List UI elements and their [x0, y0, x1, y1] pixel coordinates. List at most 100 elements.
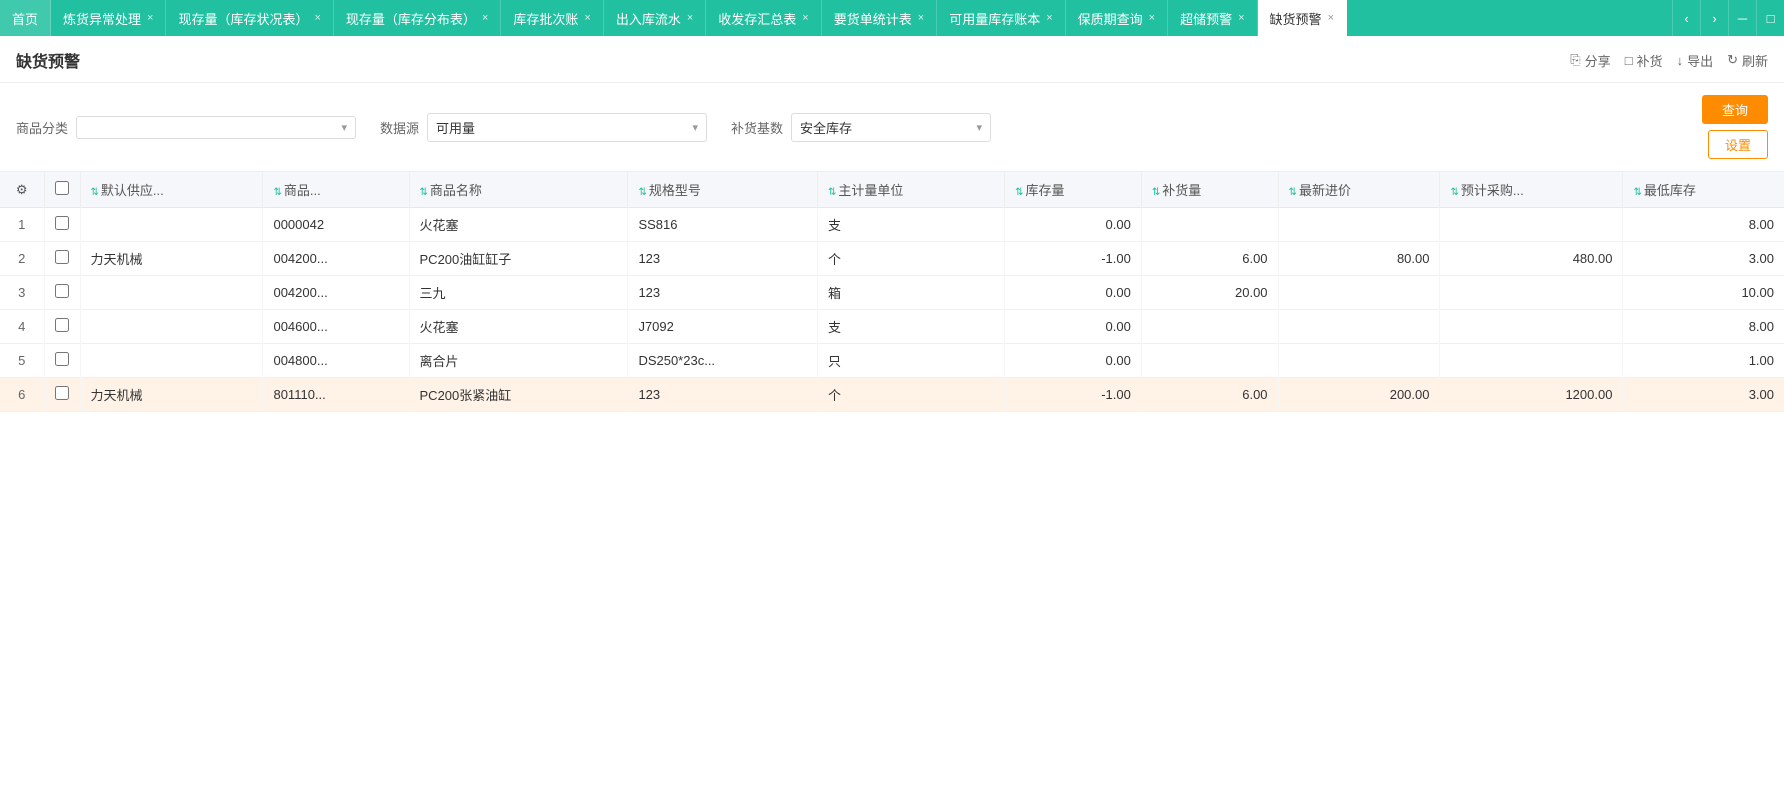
tab-close-5[interactable]: × [687, 13, 693, 24]
row-replenish: 6.00 [1141, 378, 1278, 412]
row-unit: 个 [817, 378, 1004, 412]
th-checkbox[interactable] [44, 172, 80, 208]
table-row: 5 004800... 离合片 DS250*23c... 只 0.00 1.00 [0, 344, 1784, 378]
row-supplier [80, 276, 263, 310]
row-index: 2 [0, 242, 44, 276]
settings-button[interactable]: 设置 [1708, 130, 1768, 159]
query-button[interactable]: 查询 [1702, 95, 1768, 124]
row-checkbox[interactable] [55, 386, 69, 400]
tab-7[interactable]: 要货单统计表× [822, 0, 937, 36]
row-checkbox-cell[interactable] [44, 208, 80, 242]
tab-nav-buttons: ‹ › － □ [1672, 0, 1784, 36]
row-stock: -1.00 [1005, 378, 1142, 412]
row-name: 三九 [409, 276, 628, 310]
table-body: 1 0000042 火花塞 SS816 支 0.00 8.00 2 力天机械 0… [0, 208, 1784, 412]
tab-close-9[interactable]: × [1149, 13, 1155, 24]
tab-8[interactable]: 可用量库存账本× [937, 0, 1065, 36]
code-sort-icon[interactable]: ⇅ [273, 187, 281, 198]
row-min-stock: 10.00 [1623, 276, 1784, 310]
tab-close-6[interactable]: × [802, 13, 808, 24]
row-supplier [80, 208, 263, 242]
row-checkbox-cell[interactable] [44, 242, 80, 276]
tab-minimize-button[interactable]: － [1728, 0, 1756, 36]
row-checkbox[interactable] [55, 352, 69, 366]
row-code: 004600... [263, 310, 409, 344]
supplier-sort-icon[interactable]: ⇅ [91, 187, 99, 198]
row-code: 004800... [263, 344, 409, 378]
est-sort-icon[interactable]: ⇅ [1450, 187, 1458, 198]
row-checkbox[interactable] [55, 216, 69, 230]
replenish-arrow-icon: ▾ [977, 121, 983, 134]
replenish-base-value: 安全库存 [800, 118, 852, 137]
tab-next-button[interactable]: › [1700, 0, 1728, 36]
table-container: ⚙ ⇅默认供应... ⇅商品... ⇅商品名称 ⇅规格型号 [0, 172, 1784, 412]
row-checkbox-cell[interactable] [44, 276, 80, 310]
replenish-label: 补货 [1637, 51, 1663, 70]
row-est-purchase [1440, 276, 1623, 310]
row-checkbox-cell[interactable] [44, 344, 80, 378]
row-checkbox-cell[interactable] [44, 310, 80, 344]
tab-4[interactable]: 库存批次账× [501, 0, 603, 36]
row-index: 1 [0, 208, 44, 242]
category-select[interactable]: ▾ [76, 116, 356, 139]
export-label: 导出 [1687, 51, 1713, 70]
select-all-checkbox[interactable] [55, 181, 69, 195]
tab-close-8[interactable]: × [1046, 13, 1052, 24]
row-supplier [80, 344, 263, 378]
table-header-row: ⚙ ⇅默认供应... ⇅商品... ⇅商品名称 ⇅规格型号 [0, 172, 1784, 208]
share-button[interactable]: ⎘ 分享 [1570, 51, 1610, 70]
row-replenish [1141, 208, 1278, 242]
tab-5[interactable]: 出入库流水× [604, 0, 706, 36]
stock-sort-icon[interactable]: ⇅ [1015, 187, 1023, 198]
tab-9[interactable]: 保质期查询× [1066, 0, 1168, 36]
replenish-button[interactable]: □ 补货 [1625, 51, 1663, 70]
name-sort-icon[interactable]: ⇅ [420, 187, 428, 198]
filter-actions: 查询 设置 [1702, 95, 1768, 159]
tab-2[interactable]: 现存量（库存状况表）× [166, 0, 333, 36]
data-table: ⚙ ⇅默认供应... ⇅商品... ⇅商品名称 ⇅规格型号 [0, 172, 1784, 412]
table-row: 3 004200... 三九 123 箱 0.00 20.00 10.00 [0, 276, 1784, 310]
th-unit: ⇅主计量单位 [817, 172, 1004, 208]
tab-0[interactable]: 首页 [0, 0, 51, 36]
min-stock-sort-icon[interactable]: ⇅ [1633, 187, 1641, 198]
datasource-select[interactable]: 可用量 ▾ [427, 113, 707, 142]
table-row: 4 004600... 火花塞 J7092 支 0.00 8.00 [0, 310, 1784, 344]
row-unit: 只 [817, 344, 1004, 378]
spec-sort-icon[interactable]: ⇅ [638, 187, 646, 198]
tab-prev-button[interactable]: ‹ [1672, 0, 1700, 36]
th-supplier: ⇅默认供应... [80, 172, 263, 208]
tab-close-1[interactable]: × [147, 13, 153, 24]
row-checkbox[interactable] [55, 250, 69, 264]
tab-11[interactable]: 缺货预警× [1258, 0, 1347, 36]
tab-3[interactable]: 现存量（库存分布表）× [334, 0, 501, 36]
row-checkbox[interactable] [55, 284, 69, 298]
replenish-sort-icon[interactable]: ⇅ [1152, 187, 1160, 198]
row-checkbox-cell[interactable] [44, 378, 80, 412]
tab-10[interactable]: 超储预警× [1168, 0, 1257, 36]
tab-close-10[interactable]: × [1238, 13, 1244, 24]
tab-6[interactable]: 收发存汇总表× [706, 0, 821, 36]
row-name: PC200张紧油缸 [409, 378, 628, 412]
replenish-base-select[interactable]: 安全库存 ▾ [791, 113, 991, 142]
row-supplier: 力天机械 [80, 378, 263, 412]
row-index: 4 [0, 310, 44, 344]
tab-1[interactable]: 炼货异常处理× [51, 0, 166, 36]
refresh-button[interactable]: ↻ 刷新 [1727, 51, 1768, 70]
tab-close-11[interactable]: × [1328, 13, 1334, 24]
row-name: 火花塞 [409, 208, 628, 242]
export-button[interactable]: ↓ 导出 [1677, 51, 1714, 70]
unit-sort-icon[interactable]: ⇅ [828, 187, 836, 198]
tab-close-4[interactable]: × [584, 13, 590, 24]
row-checkbox[interactable] [55, 318, 69, 332]
column-settings-icon[interactable]: ⚙ [16, 182, 28, 197]
row-code: 004200... [263, 276, 409, 310]
tab-close-7[interactable]: × [918, 13, 924, 24]
th-settings[interactable]: ⚙ [0, 172, 44, 208]
tab-close-2[interactable]: × [314, 13, 320, 24]
export-icon: ↓ [1677, 53, 1684, 68]
category-filter-group: 商品分类 ▾ [16, 116, 356, 139]
row-stock: 0.00 [1005, 344, 1142, 378]
tab-close-3[interactable]: × [482, 13, 488, 24]
tab-maximize-button[interactable]: □ [1756, 0, 1784, 36]
price-sort-icon[interactable]: ⇅ [1289, 187, 1297, 198]
